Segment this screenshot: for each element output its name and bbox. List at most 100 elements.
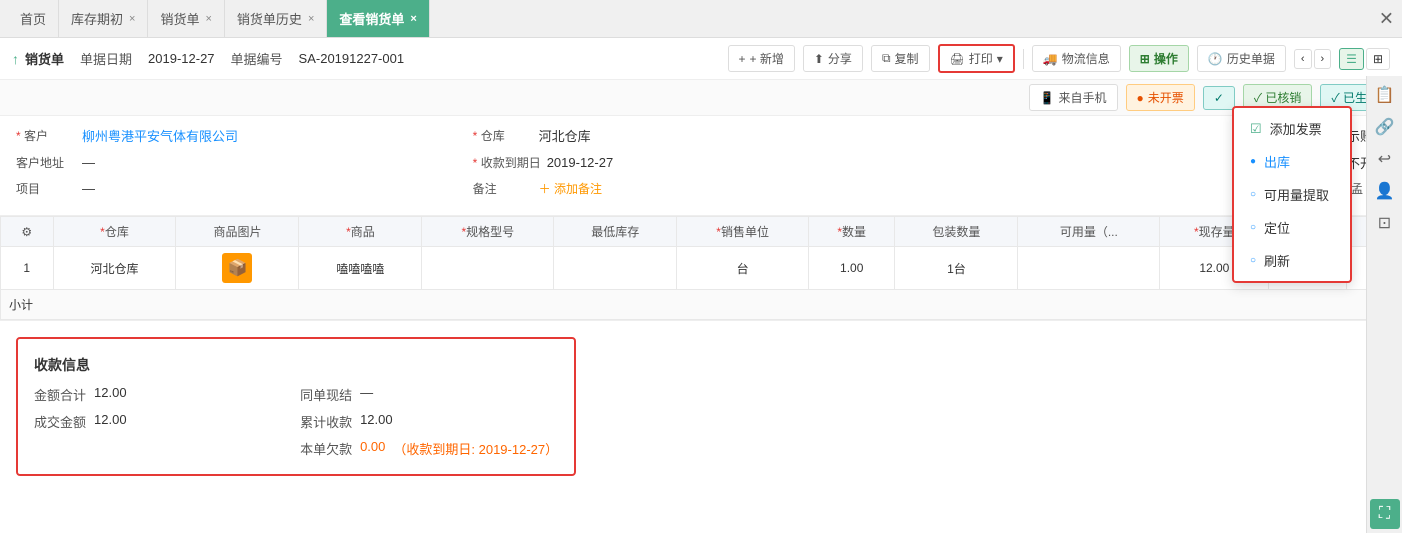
- doc-title-icon: ↑: [12, 51, 19, 67]
- doc-number-value: SA-20191227-001: [299, 51, 405, 66]
- row-spec: [422, 247, 554, 290]
- outstanding-row: 本单欠款 0.00 （收款到期日: 2019-12-27）: [300, 439, 558, 458]
- payment-due-value: 2019-12-27: [547, 155, 614, 170]
- operation-button[interactable]: ⊞ 操作: [1129, 45, 1189, 72]
- payment-info-title: 收款信息: [34, 355, 558, 375]
- cumulative-label: 累计收款: [300, 412, 352, 431]
- history-icon: 🕐: [1208, 52, 1223, 66]
- col-spec: *规格型号: [422, 217, 554, 247]
- new-button[interactable]: + + 新增: [728, 45, 795, 72]
- col-settings[interactable]: ⚙: [1, 217, 54, 247]
- window-close-button[interactable]: ✕: [1379, 8, 1394, 29]
- row-img: 📦: [176, 247, 299, 290]
- sidebar-return-icon[interactable]: ↩: [1370, 144, 1400, 174]
- warehouse-value: 河北仓库: [539, 126, 591, 145]
- outstanding-value: 0.00: [360, 439, 385, 458]
- action-row: 📱 来自手机 ● 未开票 ✓ ✓ 已核销 ✓ 已生效: [0, 80, 1402, 116]
- view-toggle: ☰ ⊞: [1339, 48, 1390, 70]
- history-button[interactable]: 🕐 历史单据: [1197, 45, 1286, 72]
- address-value: —: [82, 155, 95, 170]
- from-phone-button[interactable]: 📱 来自手机: [1029, 84, 1118, 111]
- radio-empty-icon: ○: [1250, 189, 1256, 200]
- dropdown-available-fetch[interactable]: ○ 可用量提取: [1234, 178, 1350, 211]
- transaction-value: 12.00: [94, 412, 127, 431]
- print-dropdown-arrow: ▾: [997, 52, 1003, 66]
- product-table-wrapper: ⚙ *仓库 商品图片 *商品 *规格型号 最低库存 *销售单位 *数量 包装数量…: [0, 216, 1402, 321]
- radio-filled-icon: ●: [1250, 156, 1256, 167]
- share-icon: ⬆: [814, 52, 824, 66]
- subtotal-row: 小计: [1, 290, 1402, 320]
- dropdown-outbound[interactable]: ● 出库: [1234, 145, 1350, 178]
- main-area: ↑ 销货单 单据日期 2019-12-27 单据编号 SA-20191227-0…: [0, 38, 1402, 533]
- add-note-button[interactable]: ＋ 添加备注: [539, 180, 602, 197]
- same-order-label: 同单现结: [300, 385, 352, 404]
- subtotal-label: 小计: [1, 290, 1402, 320]
- dropdown-locate[interactable]: ○ 定位: [1234, 211, 1350, 244]
- col-product-img: 商品图片: [176, 217, 299, 247]
- same-order-row: 同单现结 —: [300, 385, 558, 404]
- truck-icon: 🚚: [1043, 52, 1058, 66]
- form-row-1: 客户 柳州粤港平安气体有限公司 仓库 河北仓库 业务员 演示账号: [16, 126, 1386, 145]
- right-sidebar: 📋 🔗 ↩ 👤 ⊡ ⛶: [1366, 76, 1402, 533]
- nav-prev[interactable]: ‹: [1294, 49, 1312, 69]
- doc-header-left: ↑ 销货单 单据日期 2019-12-27 单据编号 SA-20191227-0…: [12, 49, 404, 68]
- note-label: 备注: [473, 180, 533, 197]
- tab-home[interactable]: 首页: [8, 0, 59, 37]
- amount-value: 12.00: [94, 385, 127, 404]
- print-button[interactable]: 🖨 打印 ▾: [938, 44, 1015, 73]
- confirm-btn[interactable]: ✓: [1203, 86, 1235, 110]
- circle-icon: ●: [1137, 91, 1144, 105]
- dropdown-refresh[interactable]: ○ 刷新: [1234, 244, 1350, 277]
- col-warehouse: *仓库: [53, 217, 176, 247]
- copy-icon: ⧉: [882, 51, 891, 66]
- project-field: 项目 —: [16, 180, 473, 197]
- tab-view-sales-close[interactable]: ×: [410, 13, 416, 25]
- table-row: 1 河北仓库 📦 嗑嗑嗑嗑 台 1.00 1台 12.00 0.: [1, 247, 1402, 290]
- payment-due-label: 收款到期日: [473, 154, 541, 171]
- project-label: 项目: [16, 180, 76, 197]
- form-row-2: 客户地址 — 收款到期日 2019-12-27 票据类型 不开票: [16, 153, 1386, 172]
- tab-inventory-init[interactable]: 库存期初 ×: [59, 0, 148, 37]
- tab-inventory-init-close[interactable]: ×: [129, 13, 135, 25]
- sidebar-link-icon[interactable]: 🔗: [1370, 112, 1400, 142]
- tab-view-sales[interactable]: 查看销货单 ×: [327, 0, 429, 37]
- product-image: 📦: [222, 253, 252, 283]
- nav-next[interactable]: ›: [1314, 49, 1332, 69]
- tab-sales-order-close[interactable]: ×: [205, 13, 211, 25]
- view-list[interactable]: ☰: [1339, 48, 1364, 70]
- doc-date-value: 2019-12-27: [148, 51, 215, 66]
- row-index: 1: [1, 247, 54, 290]
- toolbar-divider: [1023, 49, 1024, 69]
- sidebar-extra-icon[interactable]: ⊡: [1370, 208, 1400, 238]
- gear-icon[interactable]: ⚙: [21, 225, 32, 239]
- nav-arrows: ‹ ›: [1294, 49, 1331, 69]
- sidebar-doc-icon[interactable]: 📋: [1370, 80, 1400, 110]
- copy-button[interactable]: ⧉ 复制: [871, 45, 930, 72]
- sidebar-expand-icon[interactable]: ⛶: [1370, 499, 1400, 529]
- doc-date-label: 单据日期: [80, 49, 132, 68]
- share-button[interactable]: ⬆ 分享: [803, 45, 863, 72]
- logistics-button[interactable]: 🚚 物流信息: [1032, 45, 1121, 72]
- amount-label: 金额合计: [34, 385, 86, 404]
- customer-value[interactable]: 柳州粤港平安气体有限公司: [82, 126, 238, 145]
- tab-sales-history[interactable]: 销货单历史 ×: [225, 0, 327, 37]
- project-value: —: [82, 181, 95, 196]
- tab-sales-order[interactable]: 销货单 ×: [148, 0, 224, 37]
- customer-field: 客户 柳州粤港平安气体有限公司: [16, 126, 473, 145]
- sidebar-user-icon[interactable]: 👤: [1370, 176, 1400, 206]
- view-grid[interactable]: ⊞: [1366, 48, 1390, 70]
- dropdown-add-invoice[interactable]: ☑ 添加发票: [1234, 112, 1350, 145]
- doc-meta: 单据日期 2019-12-27 单据编号 SA-20191227-001: [80, 49, 404, 68]
- row-sales-unit: 台: [677, 247, 809, 290]
- col-pack-qty: 包装数量: [895, 217, 1018, 247]
- cumulative-value: 12.00: [360, 412, 393, 431]
- col-sales-unit: *销售单位: [677, 217, 809, 247]
- radio-empty2-icon: ○: [1250, 222, 1256, 233]
- outstanding-label: 本单欠款: [300, 439, 352, 458]
- not-opened-button[interactable]: ● 未开票: [1126, 84, 1195, 111]
- tab-sales-history-close[interactable]: ×: [308, 13, 314, 25]
- doc-title-text: 销货单: [25, 49, 64, 68]
- address-field: 客户地址 —: [16, 154, 473, 171]
- transaction-label: 成交金额: [34, 412, 86, 431]
- grid-icon: ⊞: [1140, 52, 1150, 66]
